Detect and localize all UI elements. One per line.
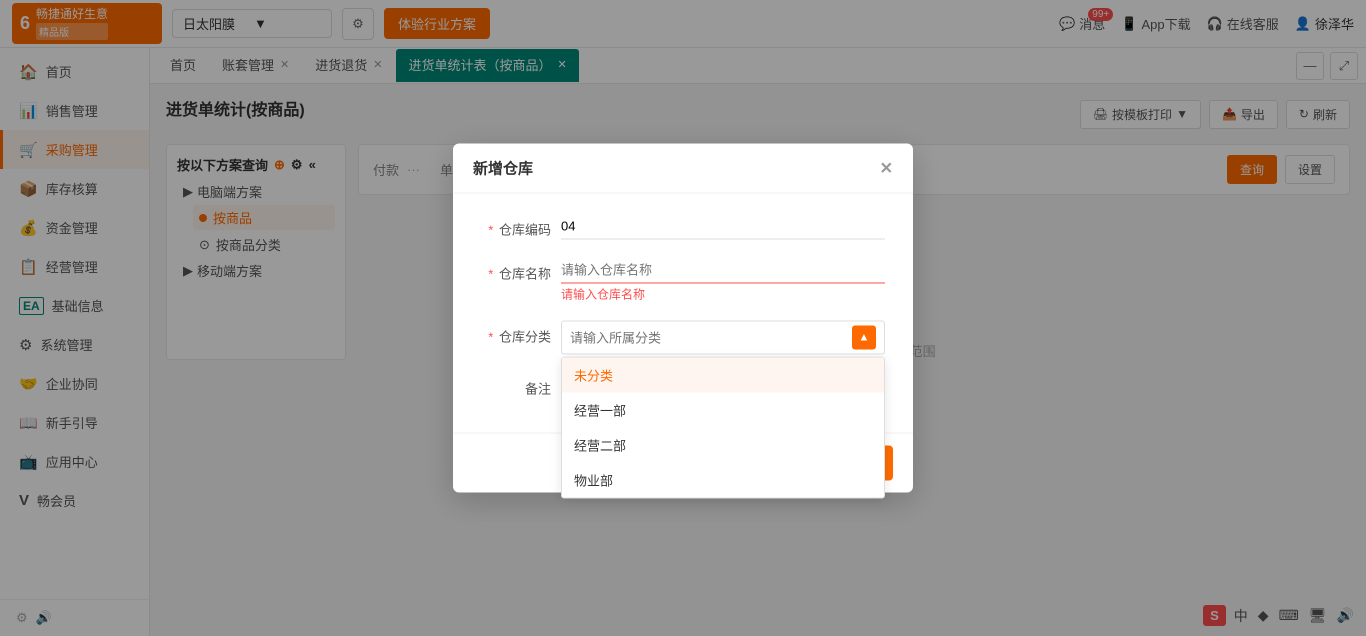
name-row: * 仓库名称 请输入仓库名称 (481, 258, 885, 303)
dropdown-item-property[interactable]: 物业部 (562, 463, 884, 498)
dropdown-item-uncategorized[interactable]: 未分类 (562, 358, 884, 393)
code-field (561, 214, 885, 240)
name-label: * 仓库名称 (481, 258, 561, 283)
category-required-star: * (488, 330, 493, 345)
name-input[interactable] (561, 258, 885, 284)
code-input[interactable] (561, 214, 885, 240)
new-warehouse-modal: 新增仓库 ✕ * 仓库编码 * 仓库名称 请输入仓库名称 (453, 144, 913, 493)
modal-close-btn[interactable]: ✕ (880, 158, 893, 178)
category-arrow-btn[interactable]: ▲ (852, 326, 876, 350)
dropdown-item-dept2[interactable]: 经营二部 (562, 428, 884, 463)
category-input[interactable] (570, 330, 852, 345)
category-field: ▲ 未分类 经营一部 经营二部 物业部 (561, 321, 885, 355)
name-required-star: * (488, 267, 493, 282)
code-required-star: * (488, 223, 493, 238)
category-label: * 仓库分类 (481, 321, 561, 346)
modal-title: 新增仓库 (473, 158, 533, 179)
dropdown-item-dept1[interactable]: 经营一部 (562, 393, 884, 428)
category-select[interactable]: ▲ (561, 321, 885, 355)
name-error-msg: 请输入仓库名称 (561, 286, 885, 303)
name-field: 请输入仓库名称 (561, 258, 885, 303)
code-row: * 仓库编码 (481, 214, 885, 240)
notes-label: 备注 (481, 373, 561, 398)
category-row: * 仓库分类 ▲ 未分类 经营一部 经营二部 物业部 (481, 321, 885, 355)
category-dropdown: 未分类 经营一部 经营二部 物业部 (561, 357, 885, 499)
modal-header: 新增仓库 ✕ (453, 144, 913, 194)
code-label: * 仓库编码 (481, 214, 561, 239)
modal-body: * 仓库编码 * 仓库名称 请输入仓库名称 * 仓库分类 (453, 194, 913, 433)
